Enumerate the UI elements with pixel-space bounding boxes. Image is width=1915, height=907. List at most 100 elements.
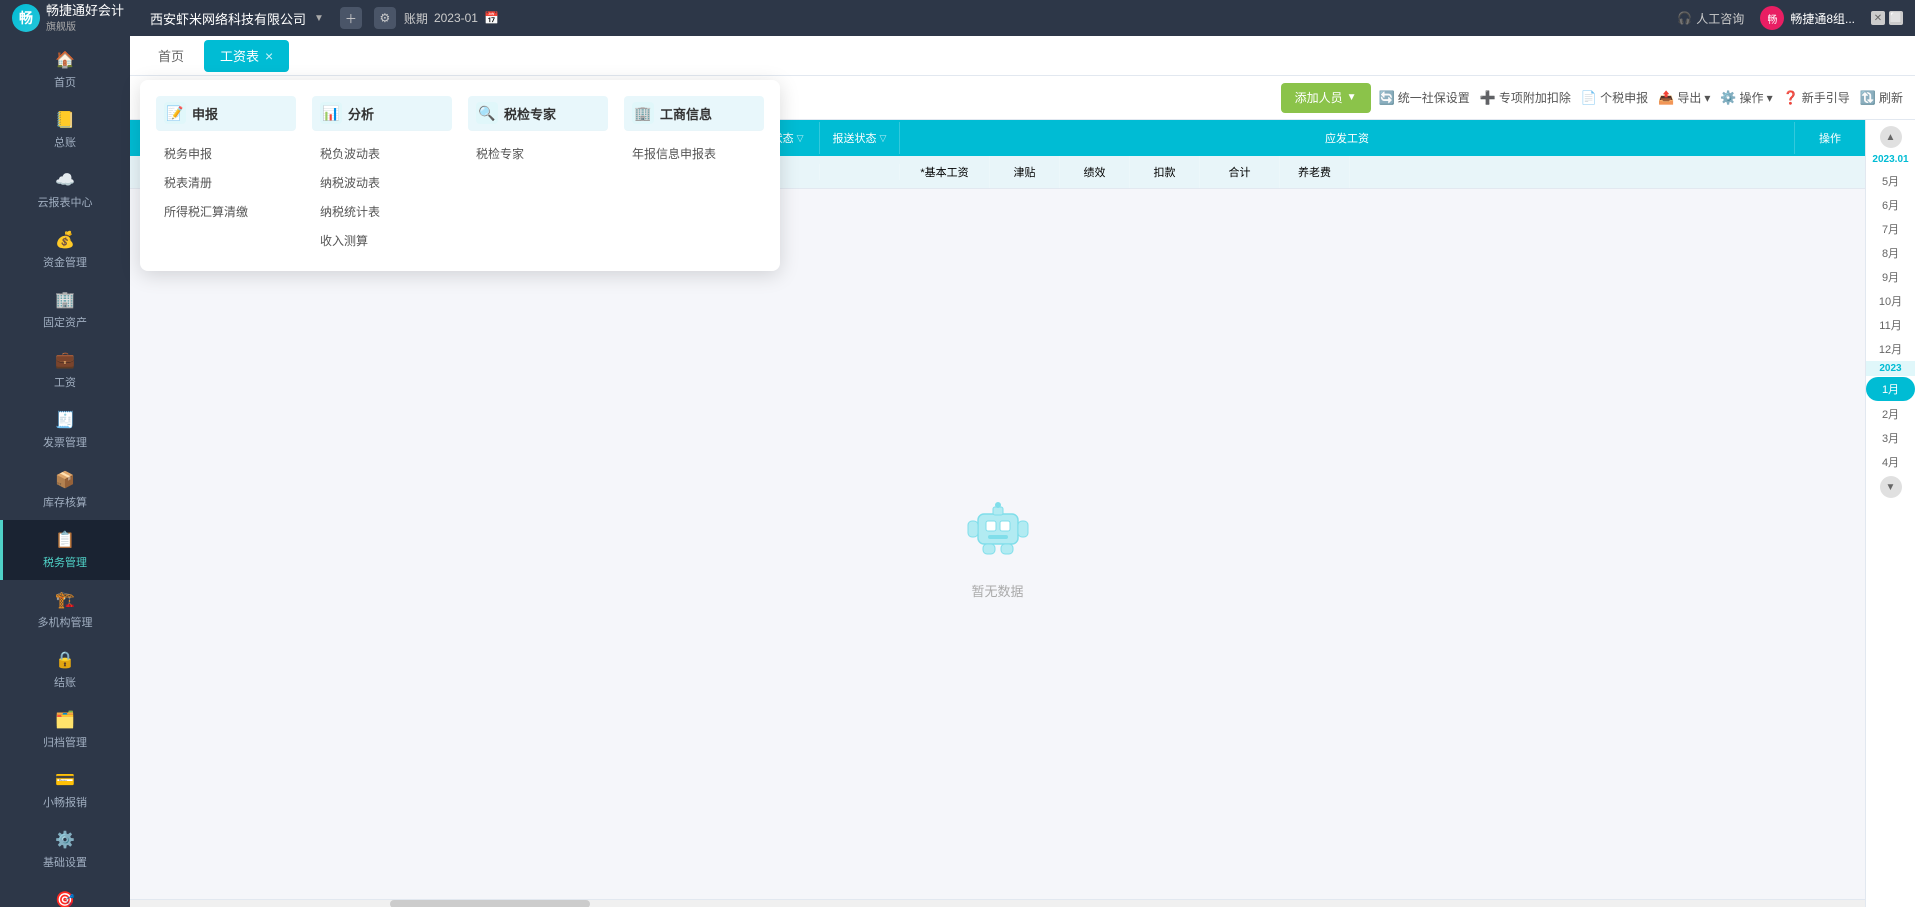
tab-payroll[interactable]: 工资表 × [204, 40, 289, 72]
sidebar-label-fund: 资金管理 [43, 254, 87, 270]
add-person-button[interactable]: 添加人员 ▼ [1281, 83, 1371, 113]
sub-deduct: 扣款 [1130, 156, 1200, 188]
menu-item-tax-form[interactable]: 税表清册 [156, 168, 296, 197]
cal-month-1-active[interactable]: 1月 [1866, 377, 1915, 401]
special-label: 专项附加扣除 [1499, 89, 1571, 106]
fund-icon: 💰 [55, 230, 75, 250]
menu-section-report-title: 📝 申报 [156, 96, 296, 131]
menu-item-income-tax[interactable]: 所得税汇算清缴 [156, 197, 296, 226]
cal-month-8[interactable]: 8月 [1866, 241, 1915, 265]
social-insurance-btn[interactable]: 🔄 统一社保设置 [1379, 89, 1470, 106]
sidebar-item-xiao[interactable]: 💳 小畅报销 [0, 760, 130, 820]
th-ops: 操作 [1795, 122, 1865, 154]
menu-item-tax-expert[interactable]: 税检专家 [468, 139, 608, 168]
filter-status-icon[interactable]: ▽ [797, 133, 804, 144]
sidebar-item-assets[interactable]: 🏢 固定资产 [0, 280, 130, 340]
sub-base-wage: *基本工资 [900, 156, 990, 188]
filter-submit-icon[interactable]: ▽ [880, 133, 887, 144]
cal-month-6[interactable]: 6月 [1866, 193, 1915, 217]
cal-month-9[interactable]: 9月 [1866, 265, 1915, 289]
cal-month-3[interactable]: 3月 [1866, 426, 1915, 450]
export-btn[interactable]: 📤 导出 ▾ [1658, 89, 1710, 106]
tax-dropdown-menu: 📝 申报 税务申报 税表清册 所得税汇算清缴 📊 分析 税负波动表 纳税波动表 … [140, 80, 780, 271]
sidebar-label-home: 首页 [54, 74, 76, 90]
special-deduction-btn[interactable]: ➕ 专项附加扣除 [1480, 89, 1571, 106]
multi-icon: 🏗️ [55, 590, 75, 610]
sidebar-item-tax[interactable]: 📋 税务管理 [0, 520, 130, 580]
refresh-btn[interactable]: 🔃 刷新 [1860, 89, 1903, 106]
cal-month-7[interactable]: 7月 [1866, 217, 1915, 241]
sidebar-label-xiao: 小畅报销 [43, 794, 87, 810]
sidebar-item-settings[interactable]: ⚙️ 基础设置 [0, 820, 130, 880]
expert-section-label: 税检专家 [504, 104, 556, 123]
avatar: 畅 [1760, 6, 1784, 30]
sidebar-item-archive[interactable]: 🗂️ 归档管理 [0, 700, 130, 760]
calendar-icon[interactable]: 📅 [484, 11, 499, 25]
cal-month-10[interactable]: 10月 [1866, 289, 1915, 313]
guide-label: 新手引导 [1802, 89, 1850, 106]
menu-item-tax-flow[interactable]: 纳税波动表 [312, 168, 452, 197]
sub-total: 合计 [1200, 156, 1280, 188]
sidebar-label-invoice: 发票管理 [43, 434, 87, 450]
cal-month-11[interactable]: 11月 [1866, 313, 1915, 337]
export-icon: 📤 [1658, 90, 1674, 106]
guide-btn[interactable]: ❓ 新手引导 [1783, 89, 1850, 106]
assets-icon: 🏢 [55, 290, 75, 310]
sidebar-item-cloud[interactable]: ☁️ 云报表中心 [0, 160, 130, 220]
horizontal-scrollbar[interactable] [130, 899, 1865, 907]
cal-nav-up[interactable]: ▲ [1880, 126, 1902, 148]
home-icon: 🏠 [55, 50, 75, 70]
sidebar-item-ledger[interactable]: 📒 总账 [0, 100, 130, 160]
menu-item-tax-burden[interactable]: 税负波动表 [312, 139, 452, 168]
tab-home[interactable]: 首页 [142, 40, 200, 72]
menu-item-income-calc[interactable]: 收入测算 [312, 226, 452, 255]
cal-month-12[interactable]: 12月 [1866, 337, 1915, 361]
menu-item-tax-report[interactable]: 税务申报 [156, 139, 296, 168]
top-bar: 畅 畅捷通好会计 旗舰版 西安虾米网络科技有限公司 ▼ ＋ ⚙ 账期 2023-… [0, 0, 1915, 36]
service-button[interactable]: 🎧 人工咨询 [1677, 10, 1744, 27]
operations-btn[interactable]: ⚙️ 操作 ▾ [1720, 89, 1772, 106]
xiao-icon: 💳 [55, 770, 75, 790]
menu-section-analysis: 📊 分析 税负波动表 纳税波动表 纳税统计表 收入测算 [312, 96, 452, 255]
cal-nav-down[interactable]: ▼ [1880, 476, 1902, 498]
period-display: 账期 2023-01 📅 [404, 10, 499, 27]
tab-payroll-label: 工资表 [220, 46, 259, 65]
analysis-section-label: 分析 [348, 104, 374, 123]
sidebar: 🏠 首页 📒 总账 ☁️ 云报表中心 💰 资金管理 🏢 固定资产 💼 工资 🧾 … [0, 36, 130, 907]
sidebar-item-invoice[interactable]: 🧾 发票管理 [0, 400, 130, 460]
menu-item-tax-stat[interactable]: 纳税统计表 [312, 197, 452, 226]
sidebar-item-inventory[interactable]: 📦 库存核算 [0, 460, 130, 520]
company-name: 西安虾米网络科技有限公司 [150, 9, 306, 28]
settings-icon-btn[interactable]: ⚙ [374, 7, 396, 29]
username: 畅捷通8组... [1790, 10, 1855, 27]
app-logo: 畅 畅捷通好会计 旗舰版 [12, 3, 142, 34]
scrollbar-thumb[interactable] [390, 900, 590, 907]
export-label: 导出 [1677, 89, 1701, 106]
logo-icon: 畅 [12, 4, 40, 32]
tax-icon: 📋 [55, 530, 75, 550]
menu-section-business: 🏢 工商信息 年报信息申报表 [624, 96, 764, 255]
menu-item-annual-report[interactable]: 年报信息申报表 [624, 139, 764, 168]
company-selector[interactable]: 西安虾米网络科技有限公司 ▼ [142, 9, 332, 28]
sidebar-item-guide[interactable]: 🎯 新手引导 [0, 880, 130, 907]
restore-button[interactable]: ⬜ [1889, 11, 1903, 25]
tax-report-btn[interactable]: 📄 个税申报 [1581, 89, 1648, 106]
sub-pension-label: 养老费 [1298, 164, 1331, 180]
logo-info: 畅捷通好会计 旗舰版 [46, 3, 124, 34]
close-button[interactable]: ✕ [1871, 11, 1885, 25]
invoice-icon: 🧾 [55, 410, 75, 430]
cal-month-4[interactable]: 4月 [1866, 450, 1915, 474]
report-section-icon: 📝 [164, 102, 186, 124]
refresh-label: 刷新 [1879, 89, 1903, 106]
sidebar-item-closing[interactable]: 🔒 结账 [0, 640, 130, 700]
cal-month-5[interactable]: 5月 [1866, 169, 1915, 193]
sidebar-item-home[interactable]: 🏠 首页 [0, 40, 130, 100]
sidebar-item-payroll[interactable]: 💼 工资 [0, 340, 130, 400]
tab-payroll-close[interactable]: × [265, 49, 273, 63]
add-icon-btn[interactable]: ＋ [340, 7, 362, 29]
sidebar-item-fund[interactable]: 💰 资金管理 [0, 220, 130, 280]
period-value: 2023-01 [434, 11, 478, 25]
cal-month-2[interactable]: 2月 [1866, 402, 1915, 426]
sidebar-item-multi[interactable]: 🏗️ 多机构管理 [0, 580, 130, 640]
service-label: 人工咨询 [1696, 10, 1744, 27]
